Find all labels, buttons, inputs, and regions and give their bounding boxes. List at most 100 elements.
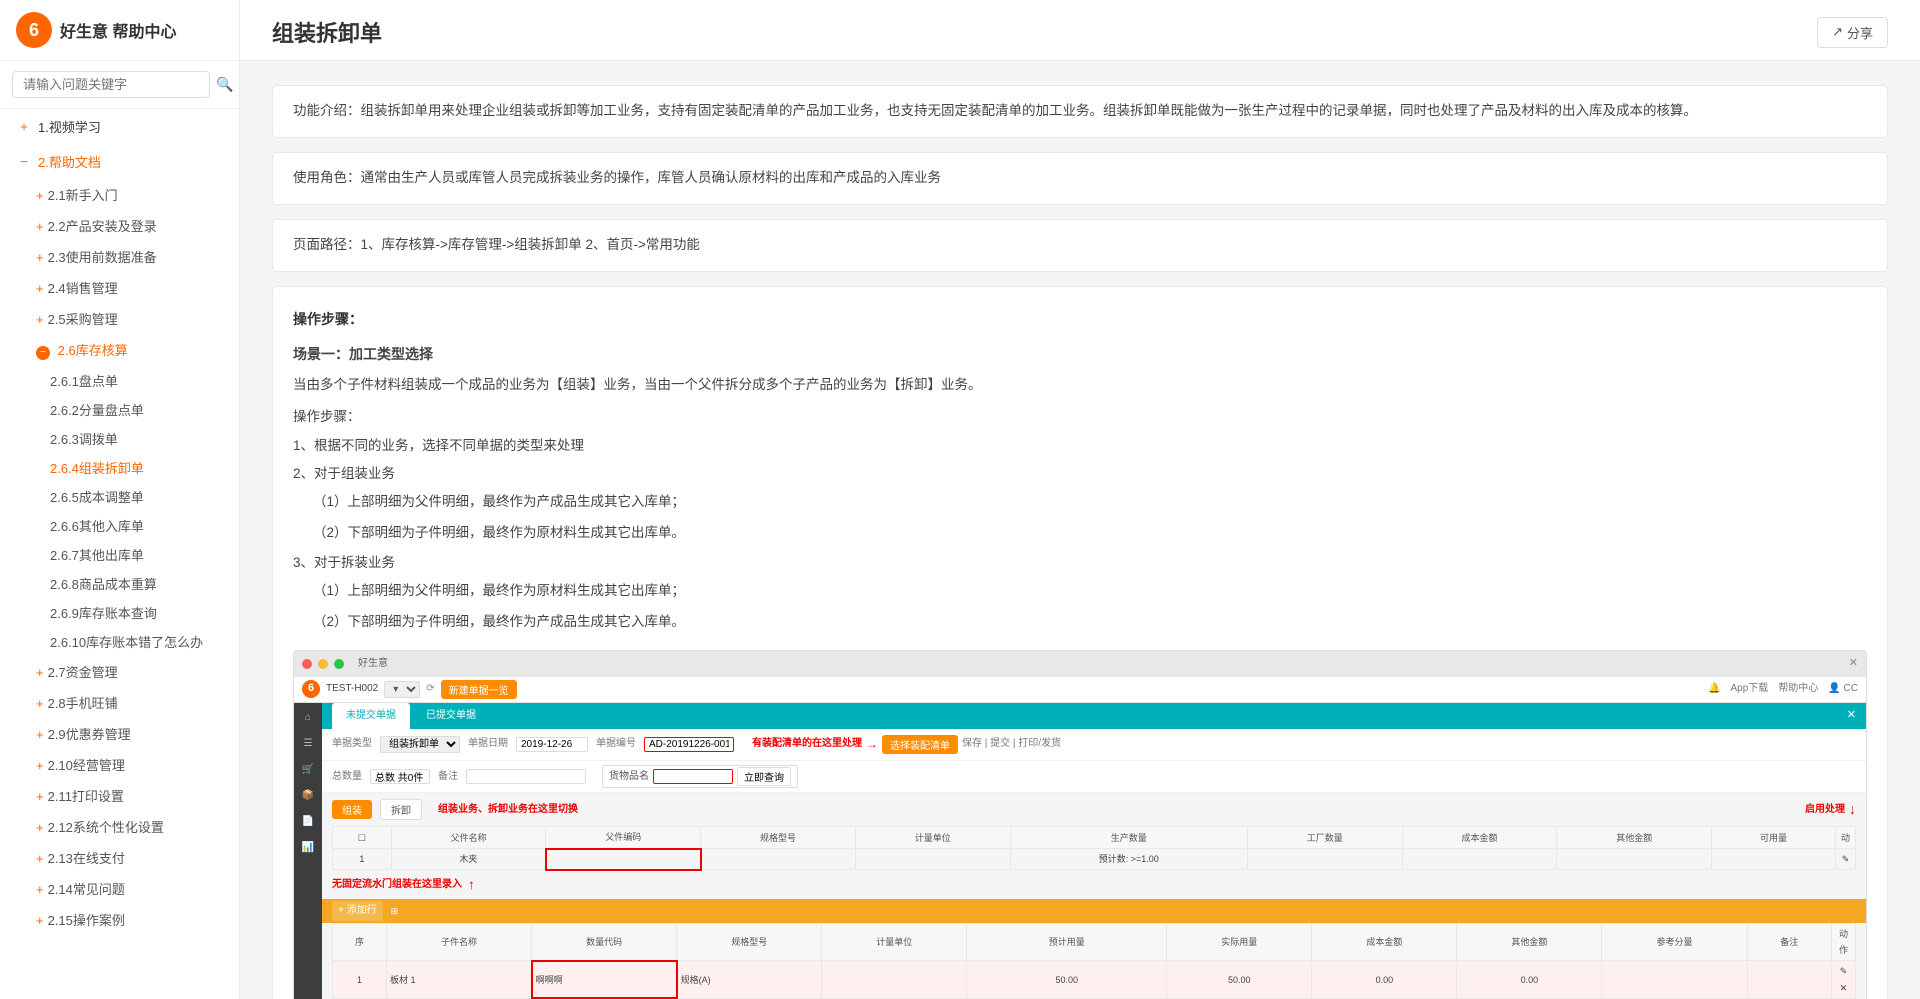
sidebar-item-stocktake[interactable]: 2.6.1盘点单 — [0, 366, 239, 395]
goods-search-input[interactable] — [653, 769, 733, 784]
plus-icon: + — [36, 789, 44, 804]
plus-icon: + — [36, 882, 44, 897]
tab-bar: 未提交单据 已提交单据 ✕ — [322, 703, 1866, 729]
bottom-table: 序 子件名称 数量代码 规格型号 计量单位 预计用量 实际用量 成本金额 其他金 — [332, 923, 1856, 999]
refresh-icon: ⟳ — [426, 680, 434, 698]
sidebar-item-operation[interactable]: +2.10经营管理 — [0, 749, 239, 780]
th-cost: 成本金额 — [1402, 827, 1557, 849]
sidebar-item-product-cost[interactable]: 2.6.8商品成本重算 — [0, 569, 239, 598]
sidebar: 6 好生意 帮助中心 🔍 + 1.视频学习 − 2.帮助文档 +2.1新手入门 … — [0, 0, 240, 999]
th-available: 可用量 — [1712, 827, 1836, 849]
bth-act-qty: 实际用量 — [1167, 924, 1312, 961]
sidebar-item-mobile[interactable]: +2.8手机旺铺 — [0, 687, 239, 718]
annotation4-text: 启用处理 — [1805, 801, 1845, 819]
tab-未提交[interactable]: 未提交单据 — [332, 703, 410, 729]
annotation1-text: 有装配清单的在这里处理 — [752, 735, 862, 753]
btd-no-1: 1 — [333, 961, 387, 998]
annotation5-text: 无固定流水门组装在这里录入 — [332, 876, 462, 894]
td-unit — [855, 849, 1010, 870]
top-table-row: 1 木夹 预计数: >=1.00 — [333, 849, 1856, 870]
sidebar-item-print[interactable]: +2.11打印设置 — [0, 780, 239, 811]
app-logo: 6 — [16, 12, 52, 48]
td-parent-code — [546, 849, 701, 870]
screenshot-chrome: 好生意 ✕ — [294, 651, 1866, 677]
screenshot-container: 好生意 ✕ 6 TEST-H002 ▾ ⟳ 新建单据一览 🔔 App下载 帮助中… — [293, 650, 1867, 999]
step3-sub2: （2）下部明细为子件明细，最终作为产成品生成其它入库单。 — [313, 610, 1867, 634]
search-icon[interactable]: 🔍 — [216, 76, 233, 93]
minus-icon: − — [16, 154, 32, 170]
sidebar-item-assembly[interactable]: 2.6.4组装拆卸单 — [0, 453, 239, 482]
th-unit: 计量单位 — [855, 827, 1010, 849]
btd-other-1: 0.00 — [1457, 961, 1602, 998]
sidebar-item-purchase[interactable]: +2.5采购管理 — [0, 303, 239, 334]
sidebar-item-prepare[interactable]: +2.3使用前数据准备 — [0, 241, 239, 272]
sidebar-item-adjust[interactable]: 2.6.3调拨单 — [0, 424, 239, 453]
sidebar-item-install[interactable]: +2.2产品安装及登录 — [0, 210, 239, 241]
select-bom-btn[interactable]: 选择装配清单 — [882, 735, 958, 754]
sidebar-item-stock-error[interactable]: 2.6.10库存账本错了怎么办 — [0, 627, 239, 656]
th-produce-qty: 生产数量 — [1010, 827, 1247, 849]
doc-icon: 📄 — [302, 813, 314, 831]
sidebar-item-stock-query[interactable]: 2.6.9库存账本查询 — [0, 598, 239, 627]
sidebar-item-cases[interactable]: +2.15操作案例 — [0, 904, 239, 935]
sidebar-item-other-out[interactable]: 2.6.7其他出库单 — [0, 540, 239, 569]
td-available — [1712, 849, 1836, 870]
sidebar-item-coupon[interactable]: +2.9优惠券管理 — [0, 718, 239, 749]
sidebar-item-other-in[interactable]: 2.6.6其他入库单 — [0, 511, 239, 540]
tab-close-icon[interactable]: ✕ — [1847, 706, 1856, 726]
tab-已提交[interactable]: 已提交单据 — [412, 703, 490, 729]
expand-icon: + — [36, 312, 44, 327]
sidebar-item-faq[interactable]: +2.14常见问题 — [0, 873, 239, 904]
remark-input[interactable] — [466, 769, 586, 784]
search-btn[interactable]: 立即查询 — [737, 767, 791, 786]
sidebar-item-finance[interactable]: +2.7资金管理 — [0, 656, 239, 687]
qty-input[interactable] — [370, 769, 430, 784]
sidebar-item-cost[interactable]: 2.6.5成本调整单 — [0, 482, 239, 511]
close-icon[interactable]: ✕ — [1849, 654, 1858, 674]
date-input[interactable] — [516, 737, 588, 752]
annotation-group1: 有装配清单的在这里处理 → 选择装配清单 保存 | 提交 | 打印/发货 — [752, 734, 1061, 756]
sidebar-item-online-pay[interactable]: +2.13在线支付 — [0, 842, 239, 873]
bth-ref: 参考分量 — [1602, 924, 1747, 961]
sidebar-item-inventory[interactable]: − 2.6库存核算 — [0, 334, 239, 366]
th-parent-code: 父件编码 — [546, 827, 701, 849]
search-bar-inline: 货物品名 立即查询 — [602, 765, 798, 788]
expand-icon: + — [36, 188, 44, 203]
remark-label: 备注 — [438, 768, 458, 786]
add-row-btn[interactable]: + 添加行 — [332, 901, 383, 921]
type-select[interactable]: 组装拆卸单 — [380, 736, 460, 753]
plus-icon: + — [36, 851, 44, 866]
cart-icon: 🛒 — [302, 761, 314, 779]
sidebar-item-docs[interactable]: − 2.帮助文档 — [0, 144, 239, 179]
home-icon: ⌂ — [305, 709, 311, 727]
qty-label: 总数量 — [332, 768, 362, 786]
circle-minus-icon: − — [36, 346, 50, 360]
btd-est-1: 50.00 — [967, 961, 1167, 998]
sidebar-item-partial[interactable]: 2.6.2分量盘点单 — [0, 395, 239, 424]
td-parent-name: 木夹 — [391, 849, 546, 870]
disassemble-btn[interactable]: 拆卸 — [380, 799, 422, 820]
sidebar-item-sales[interactable]: +2.4销售管理 — [0, 272, 239, 303]
toggle-row: 组装 拆卸 组装业务、拆卸业务在这里切换 启用处理 ↓ — [322, 793, 1866, 826]
new-doc-btn[interactable]: 新建单据一览 — [441, 680, 517, 699]
window-title: 好生意 — [358, 655, 388, 673]
btd-spec-1: 规格(A) — [677, 961, 822, 998]
assembly-btn[interactable]: 组装 — [332, 800, 372, 819]
app-topbar: 6 TEST-H002 ▾ ⟳ 新建单据一览 🔔 App下载 帮助中心 👤 CC — [294, 677, 1866, 703]
help-icon: 帮助中心 — [1778, 680, 1818, 698]
share-button[interactable]: ↗ 分享 — [1817, 17, 1888, 48]
expand-icon: + — [36, 250, 44, 265]
sidebar-item-video-label: 1.视频学习 — [38, 117, 101, 136]
th-other: 其他金额 — [1557, 827, 1712, 849]
nav-section: + 1.视频学习 − 2.帮助文档 +2.1新手入门 +2.2产品安装及登录 +… — [0, 109, 239, 935]
num-input[interactable] — [644, 737, 734, 752]
sidebar-item-video[interactable]: + 1.视频学习 — [0, 109, 239, 144]
expand-icon: + — [36, 281, 44, 296]
bottom-row-1: 1 板材 1 啊啊啊 规格(A) 50.00 50.00 0.00 0.00 — [333, 961, 1856, 998]
search-input[interactable] — [12, 71, 210, 98]
sidebar-item-new[interactable]: +2.1新手入门 — [0, 179, 239, 210]
company-selector[interactable]: ▾ — [384, 681, 420, 698]
step3: 3、对于拆装业务 — [293, 551, 1867, 575]
sidebar-item-system[interactable]: +2.12系统个性化设置 — [0, 811, 239, 842]
annotation3-text: 组装业务、拆卸业务在这里切换 — [438, 801, 578, 819]
